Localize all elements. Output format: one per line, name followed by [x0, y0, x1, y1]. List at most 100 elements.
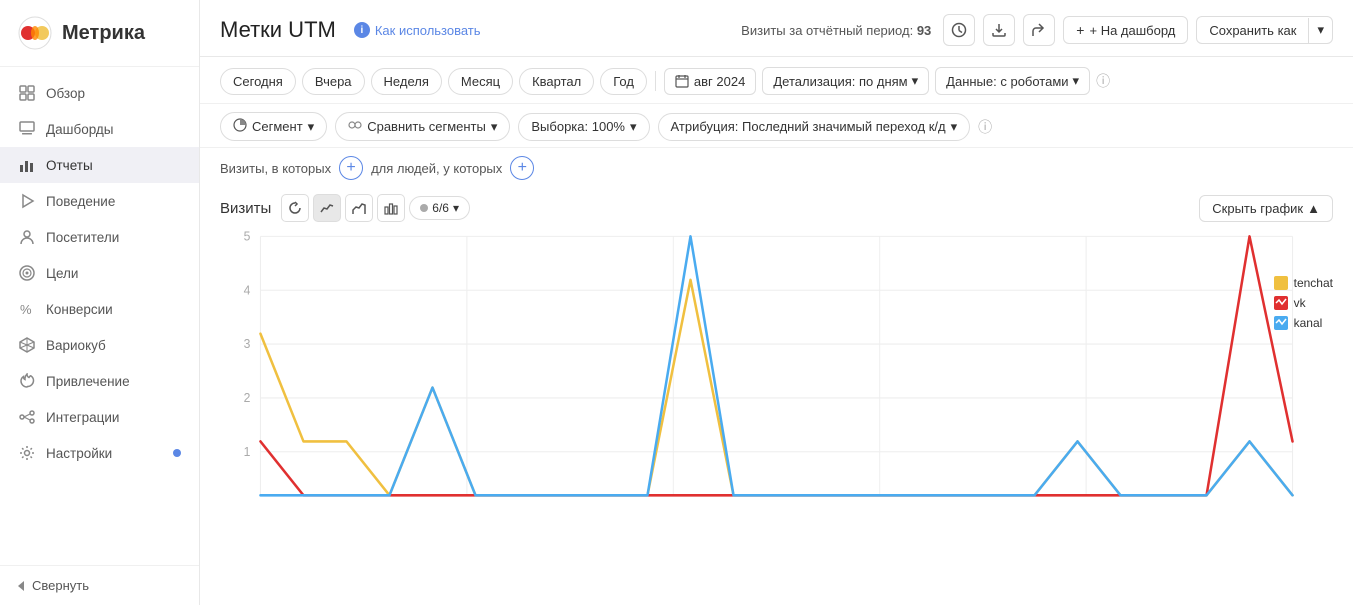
calendar-icon [675, 74, 689, 88]
sidebar-item-reports[interactable]: Отчеты [0, 147, 199, 183]
svg-text:5: 5 [244, 229, 251, 243]
chart-controls: 6/6 ▾ [281, 194, 470, 222]
info-icon: i [354, 22, 370, 38]
period-yesterday[interactable]: Вчера [302, 68, 365, 95]
period-week[interactable]: Неделя [371, 68, 442, 95]
collapse-label: Свернуть [32, 578, 89, 593]
legend-kanal[interactable]: kanal [1274, 316, 1333, 330]
collapse-button[interactable]: Свернуть [0, 565, 199, 605]
sidebar-item-visitors[interactable]: Посетители [0, 219, 199, 255]
save-as-button[interactable]: Сохранить как ▾ [1196, 16, 1333, 44]
sidebar-item-integrations-label: Интеграции [46, 410, 119, 425]
legend-tenchat[interactable]: tenchat [1274, 276, 1333, 290]
add-visit-condition-button[interactable]: + [339, 156, 363, 180]
logo-text: Метрика [62, 22, 145, 45]
period-year[interactable]: Год [600, 68, 647, 95]
bar-chart-type-icon [384, 201, 398, 215]
attribution-button[interactable]: Атрибуция: Последний значимый переход к/… [658, 113, 971, 141]
help-link[interactable]: i Как использовать [354, 22, 481, 38]
series-label: 6/6 [432, 201, 449, 215]
segment-button[interactable]: Сегмент ▾ [220, 112, 327, 141]
sample-chevron-icon: ▾ [630, 119, 637, 135]
export-icon [991, 22, 1007, 38]
play-icon [18, 192, 36, 210]
cube-icon [18, 336, 36, 354]
date-label: авг 2024 [694, 74, 745, 89]
visits-info: Визиты за отчётный период: 93 [741, 23, 931, 38]
sidebar-item-goals[interactable]: Цели [0, 255, 199, 291]
sidebar-item-dashboards[interactable]: Дашборды [0, 111, 199, 147]
add-to-dashboard-button[interactable]: + + На дашборд [1063, 16, 1188, 44]
dashboard-icon [18, 120, 36, 138]
compare-segments-button[interactable]: Сравнить сегменты ▾ [335, 112, 510, 141]
history-button[interactable] [943, 14, 975, 46]
people-condition-text: для людей, у которых [371, 161, 502, 176]
data-type-button[interactable]: Данные: с роботами ▾ [935, 67, 1090, 95]
logo[interactable]: Метрика [0, 0, 199, 67]
segment-label: Сегмент [252, 119, 303, 134]
period-quarter[interactable]: Квартал [519, 68, 594, 95]
sidebar-item-visitors-label: Посетители [46, 230, 119, 245]
visits-condition-text: Визиты, в которых [220, 161, 331, 176]
share-icon [1031, 22, 1047, 38]
svg-text:4: 4 [244, 283, 251, 297]
settings-badge [173, 449, 181, 457]
sample-button[interactable]: Выборка: 100% ▾ [518, 113, 649, 141]
chart-header: Визиты 6/6 ▾ [220, 186, 1333, 226]
chart-area: Визиты 6/6 ▾ [200, 186, 1353, 605]
sidebar: Метрика Обзор Дашборды Отчеты [0, 0, 200, 605]
sidebar-item-settings-label: Настройки [46, 446, 112, 461]
sidebar-item-integrations[interactable]: Интеграции [0, 399, 199, 435]
legend-vk[interactable]: vk [1274, 296, 1333, 310]
legend-tenchat-color [1274, 276, 1288, 290]
page-header: Метки UTM i Как использовать Визиты за о… [200, 0, 1353, 57]
detail-button[interactable]: Детализация: по дням ▾ [762, 67, 929, 95]
plus-icon: + [1076, 22, 1084, 38]
sidebar-item-overview[interactable]: Обзор [0, 75, 199, 111]
svg-text:%: % [20, 302, 32, 317]
condition-row: Визиты, в которых + для людей, у которых… [200, 148, 1353, 186]
refresh-chart-button[interactable] [281, 194, 309, 222]
sidebar-item-reports-label: Отчеты [46, 158, 93, 173]
compare-chevron-icon: ▾ [491, 119, 498, 135]
period-today[interactable]: Сегодня [220, 68, 296, 95]
sidebar-item-behavior[interactable]: Поведение [0, 183, 199, 219]
segment-row: Сегмент ▾ Сравнить сегменты ▾ Выборка: 1… [200, 104, 1353, 148]
sidebar-item-variocube[interactable]: Вариокуб [0, 327, 199, 363]
sidebar-item-conversions[interactable]: % Конверсии [0, 291, 199, 327]
logo-icon [18, 16, 52, 50]
date-picker-button[interactable]: авг 2024 [664, 68, 756, 95]
period-month[interactable]: Месяц [448, 68, 513, 95]
percent-icon: % [18, 300, 36, 318]
sidebar-nav: Обзор Дашборды Отчеты Поведение [0, 67, 199, 565]
export-button[interactable] [983, 14, 1015, 46]
svg-text:3: 3 [244, 337, 251, 351]
segment-pie-icon [233, 118, 247, 135]
add-people-condition-button[interactable]: + [510, 156, 534, 180]
hide-chart-button[interactable]: Скрыть график ▲ [1199, 195, 1333, 222]
flame-icon [18, 372, 36, 390]
share-button[interactable] [1023, 14, 1055, 46]
kanal-line [260, 236, 1292, 495]
area-chart-button[interactable] [345, 194, 373, 222]
bar-chart-button[interactable] [377, 194, 405, 222]
save-arrow-icon[interactable]: ▾ [1309, 17, 1332, 43]
attribution-chevron-icon: ▾ [951, 119, 958, 135]
sidebar-item-settings[interactable]: Настройки [0, 435, 199, 471]
chart-svg: 5 4 3 2 1 [220, 226, 1333, 516]
attribution-info-icon: ⓘ [978, 117, 992, 137]
sidebar-item-acquisition[interactable]: Привлечение [0, 363, 199, 399]
sidebar-item-dashboards-label: Дашборды [46, 122, 114, 137]
tenchat-line [260, 280, 1292, 495]
save-as-label: Сохранить как [1197, 18, 1309, 43]
series-selector-button[interactable]: 6/6 ▾ [409, 196, 470, 220]
chart-container: 5 4 3 2 1 [220, 226, 1333, 516]
hide-chart-chevron-icon: ▲ [1307, 201, 1320, 216]
legend-vk-color [1274, 296, 1288, 310]
legend-vk-label: vk [1294, 296, 1306, 310]
bar-chart-icon [18, 156, 36, 174]
data-chevron-icon: ▾ [1073, 73, 1080, 89]
visits-label: Визиты за отчётный период: [741, 23, 913, 38]
chart-legend: tenchat vk kanal [1274, 276, 1333, 330]
line-chart-button[interactable] [313, 194, 341, 222]
